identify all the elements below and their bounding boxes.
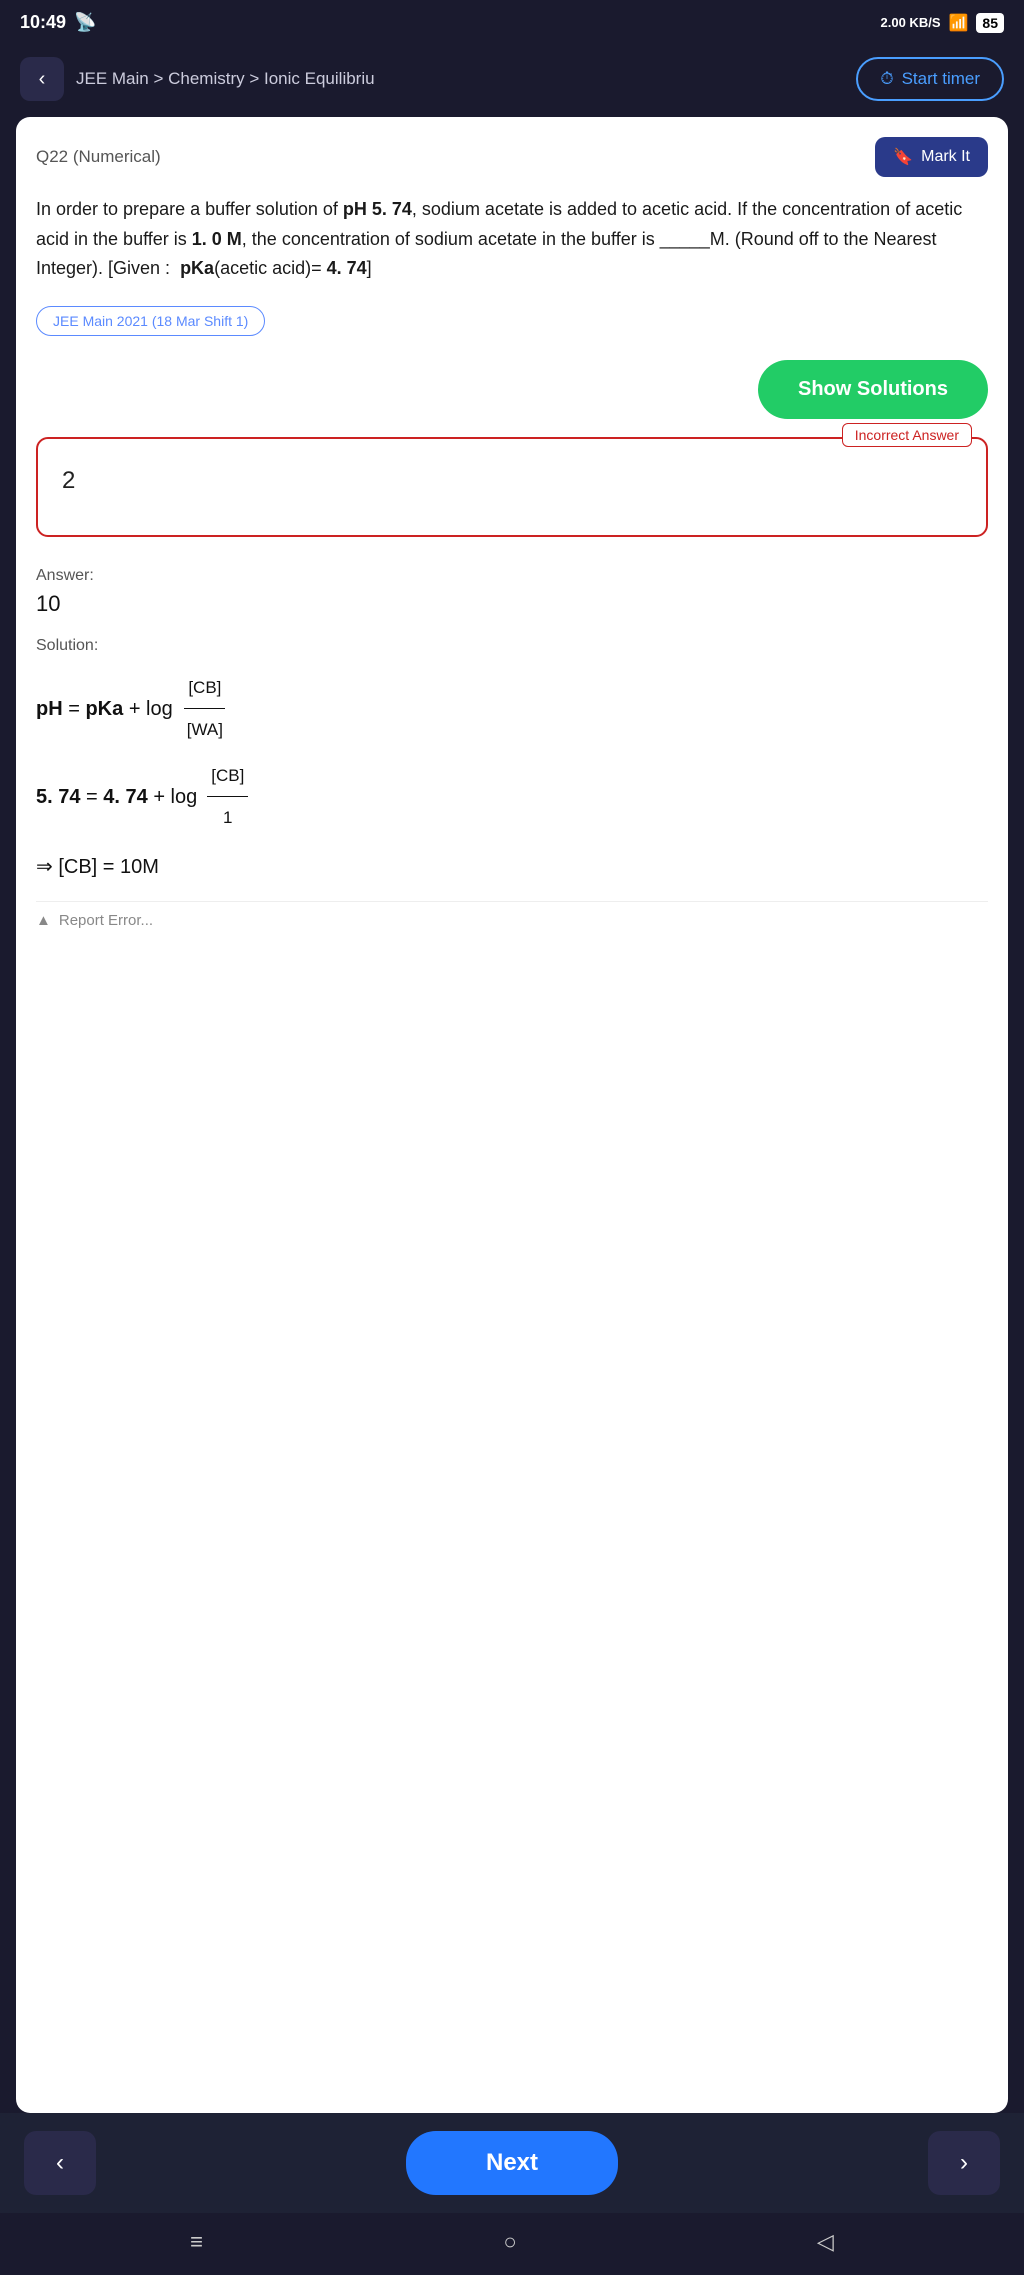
breadcrumb: JEE Main > Chemistry > Ionic Equilibriu (76, 69, 375, 89)
main-content: Q22 (Numerical) 🔖 Mark It In order to pr… (16, 117, 1008, 2113)
solution-math: pH = pKa + log [CB] [WA] 5. 74 = 4. 74 +… (36, 669, 988, 889)
mark-label: Mark It (921, 148, 970, 166)
battery-indicator: 85 (976, 13, 1004, 33)
user-answer-box[interactable]: 2 (36, 437, 988, 537)
signal-icon: 📡 (74, 12, 96, 33)
mark-it-button[interactable]: 🔖 Mark It (875, 137, 988, 177)
solution-label: Solution: (36, 637, 988, 655)
question-tag: JEE Main 2021 (18 Mar Shift 1) (36, 306, 265, 336)
solution-line-1: pH = pKa + log [CB] [WA] (36, 669, 988, 749)
prev-button[interactable]: ‹ (24, 2131, 96, 2195)
show-solutions-button[interactable]: Show Solutions (758, 360, 988, 419)
answer-label: Answer: (36, 567, 988, 585)
next-button[interactable]: Next (406, 2131, 618, 2195)
timer-label: Start timer (902, 69, 980, 89)
chevron-up-icon: ▲ (36, 912, 51, 929)
report-label: Report Error... (59, 912, 153, 929)
next-arrow-button[interactable]: › (928, 2131, 1000, 2195)
question-header: Q22 (Numerical) 🔖 Mark It (36, 137, 988, 177)
solution-line-3: ⇒ [CB] = 10M (36, 845, 988, 889)
network-speed: 2.00 KB/S (881, 15, 941, 30)
status-left: 10:49 📡 (20, 12, 96, 33)
back-system-icon: ◁ (817, 2229, 834, 2255)
menu-icon: ≡ (190, 2229, 203, 2255)
answer-section: Answer: 10 (36, 567, 988, 617)
system-bar: ≡ ○ ◁ (0, 2213, 1024, 2275)
incorrect-label: Incorrect Answer (842, 423, 972, 447)
timer-icon: ⏱ (880, 69, 893, 89)
bookmark-icon: 🔖 (893, 147, 913, 167)
status-bar: 10:49 📡 2.00 KB/S 📶 85 (0, 0, 1024, 41)
question-label: Q22 (Numerical) (36, 147, 161, 167)
home-icon: ○ (503, 2229, 516, 2255)
answer-input-area: Incorrect Answer 2 (36, 437, 988, 537)
header-left: ‹ JEE Main > Chemistry > Ionic Equilibri… (20, 57, 375, 101)
bottom-navigation: ‹ Next › (0, 2113, 1024, 2213)
back-button[interactable]: ‹ (20, 57, 64, 101)
solution-result: ⇒ [CB] = 10M (36, 845, 159, 889)
header: ‹ JEE Main > Chemistry > Ionic Equilibri… (0, 41, 1024, 117)
signal-bars: 📶 (949, 13, 969, 33)
question-text: In order to prepare a buffer solution of… (36, 195, 988, 284)
solution-section: Solution: pH = pKa + log [CB] [WA] 5. 74… (36, 637, 988, 889)
status-time: 10:49 (20, 12, 66, 33)
solution-line-2: 5. 74 = 4. 74 + log [CB] 1 (36, 757, 988, 837)
report-area[interactable]: ▲ Report Error... (36, 901, 988, 929)
answer-value: 10 (36, 591, 988, 617)
start-timer-button[interactable]: ⏱ Start timer (856, 57, 1004, 101)
user-answer-value: 2 (62, 467, 75, 494)
status-right: 2.00 KB/S 📶 85 (881, 13, 1004, 33)
